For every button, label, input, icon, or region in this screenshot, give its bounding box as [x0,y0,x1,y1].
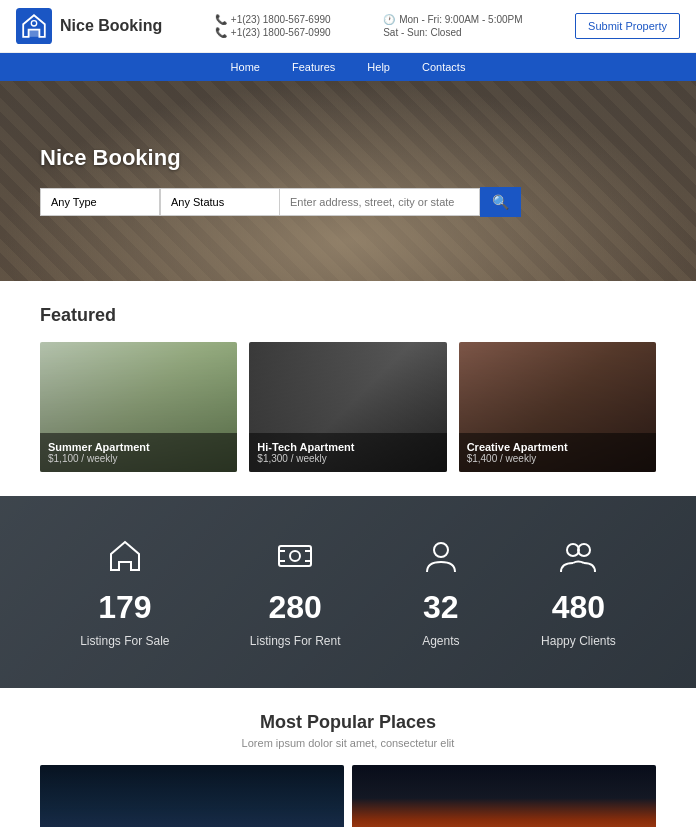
logo-text: Nice Booking [60,17,162,35]
card-price-2: $1,300 / weekly [257,453,438,464]
nav-contacts[interactable]: Contacts [406,53,481,81]
logo-area: Nice Booking [16,8,162,44]
stats-section: 179 Listings For Sale 280 Listings For R… [0,496,696,688]
place-bg-ny [40,765,344,827]
header: Nice Booking 📞 +1(23) 1800-567-6990 📞 +1… [0,0,696,53]
search-bar: Any Type House Apartment Villa Any Statu… [40,187,521,217]
agent-icon [421,536,461,581]
hours2-text: Sat - Sun: Closed [383,27,461,38]
phone-icon2: 📞 [215,27,227,38]
search-button[interactable]: 🔍 [480,187,521,217]
status-select[interactable]: Any Status For Sale For Rent [160,188,280,216]
places-grid-top: New York 3 Properties Las Vegas 4 Proper… [40,765,656,827]
hours1-row: 🕐 Mon - Fri: 9:00AM - 5:00PM [383,14,522,25]
featured-card-2[interactable]: Hi-Tech Apartment $1,300 / weekly [249,342,446,472]
svg-point-8 [434,543,448,557]
card-info-1: Summer Apartment $1,100 / weekly [40,433,237,472]
card-price-3: $1,400 / weekly [467,453,648,464]
places-title: Most Popular Places [40,712,656,733]
featured-grid: Summer Apartment $1,100 / weekly Hi-Tech… [40,342,656,472]
nav-help[interactable]: Help [351,53,406,81]
stat-number-rent: 280 [268,589,321,626]
stat-label-sale: Listings For Sale [80,634,169,648]
card-info-3: Creative Apartment $1,400 / weekly [459,433,656,472]
svg-rect-2 [279,546,311,566]
featured-title: Featured [40,305,656,326]
home-icon [105,536,145,581]
place-card-lv[interactable]: Las Vegas 4 Properties [352,765,656,827]
phone-icon: 📞 [215,14,227,25]
featured-card-1[interactable]: Summer Apartment $1,100 / weekly [40,342,237,472]
clients-icon [558,536,598,581]
address-input[interactable] [280,188,480,216]
stat-label-clients: Happy Clients [541,634,616,648]
places-section: Most Popular Places Lorem ipsum dolor si… [0,688,696,827]
phone2-row: 📞 +1(23) 1800-567-0990 [215,27,331,38]
logo-icon [16,8,52,44]
stat-label-agents: Agents [422,634,459,648]
main-nav: Home Features Help Contacts [0,53,696,81]
money-icon [275,536,315,581]
card-name-1: Summer Apartment [48,441,229,453]
stat-listings-sale: 179 Listings For Sale [80,536,169,648]
featured-section: Featured Summer Apartment $1,100 / weekl… [0,281,696,496]
hours2-row: Sat - Sun: Closed [383,27,522,38]
hero-content: Nice Booking Any Type House Apartment Vi… [0,81,696,281]
header-hours: 🕐 Mon - Fri: 9:00AM - 5:00PM Sat - Sun: … [383,14,522,38]
card-name-2: Hi-Tech Apartment [257,441,438,453]
hero-section: Nice Booking Any Type House Apartment Vi… [0,81,696,281]
stat-agents: 32 Agents [421,536,461,648]
card-info-2: Hi-Tech Apartment $1,300 / weekly [249,433,446,472]
place-card-ny[interactable]: New York 3 Properties [40,765,344,827]
clock-icon: 🕐 [383,14,395,25]
stat-listings-rent: 280 Listings For Rent [250,536,341,648]
svg-point-3 [290,551,300,561]
card-price-1: $1,100 / weekly [48,453,229,464]
stat-number-sale: 179 [98,589,151,626]
stat-clients: 480 Happy Clients [541,536,616,648]
header-contact: 📞 +1(23) 1800-567-6990 📞 +1(23) 1800-567… [215,14,331,38]
stat-number-agents: 32 [423,589,459,626]
places-subtitle: Lorem ipsum dolor sit amet, consectetur … [40,737,656,749]
type-select[interactable]: Any Type House Apartment Villa [40,188,160,216]
featured-card-3[interactable]: Creative Apartment $1,400 / weekly [459,342,656,472]
hero-title: Nice Booking [40,145,181,171]
stat-label-rent: Listings For Rent [250,634,341,648]
nav-features[interactable]: Features [276,53,351,81]
place-bg-lv [352,765,656,827]
card-name-3: Creative Apartment [467,441,648,453]
nav-home[interactable]: Home [215,53,276,81]
submit-property-button[interactable]: Submit Property [575,13,680,39]
stat-number-clients: 480 [552,589,605,626]
phone1-row: 📞 +1(23) 1800-567-6990 [215,14,331,25]
